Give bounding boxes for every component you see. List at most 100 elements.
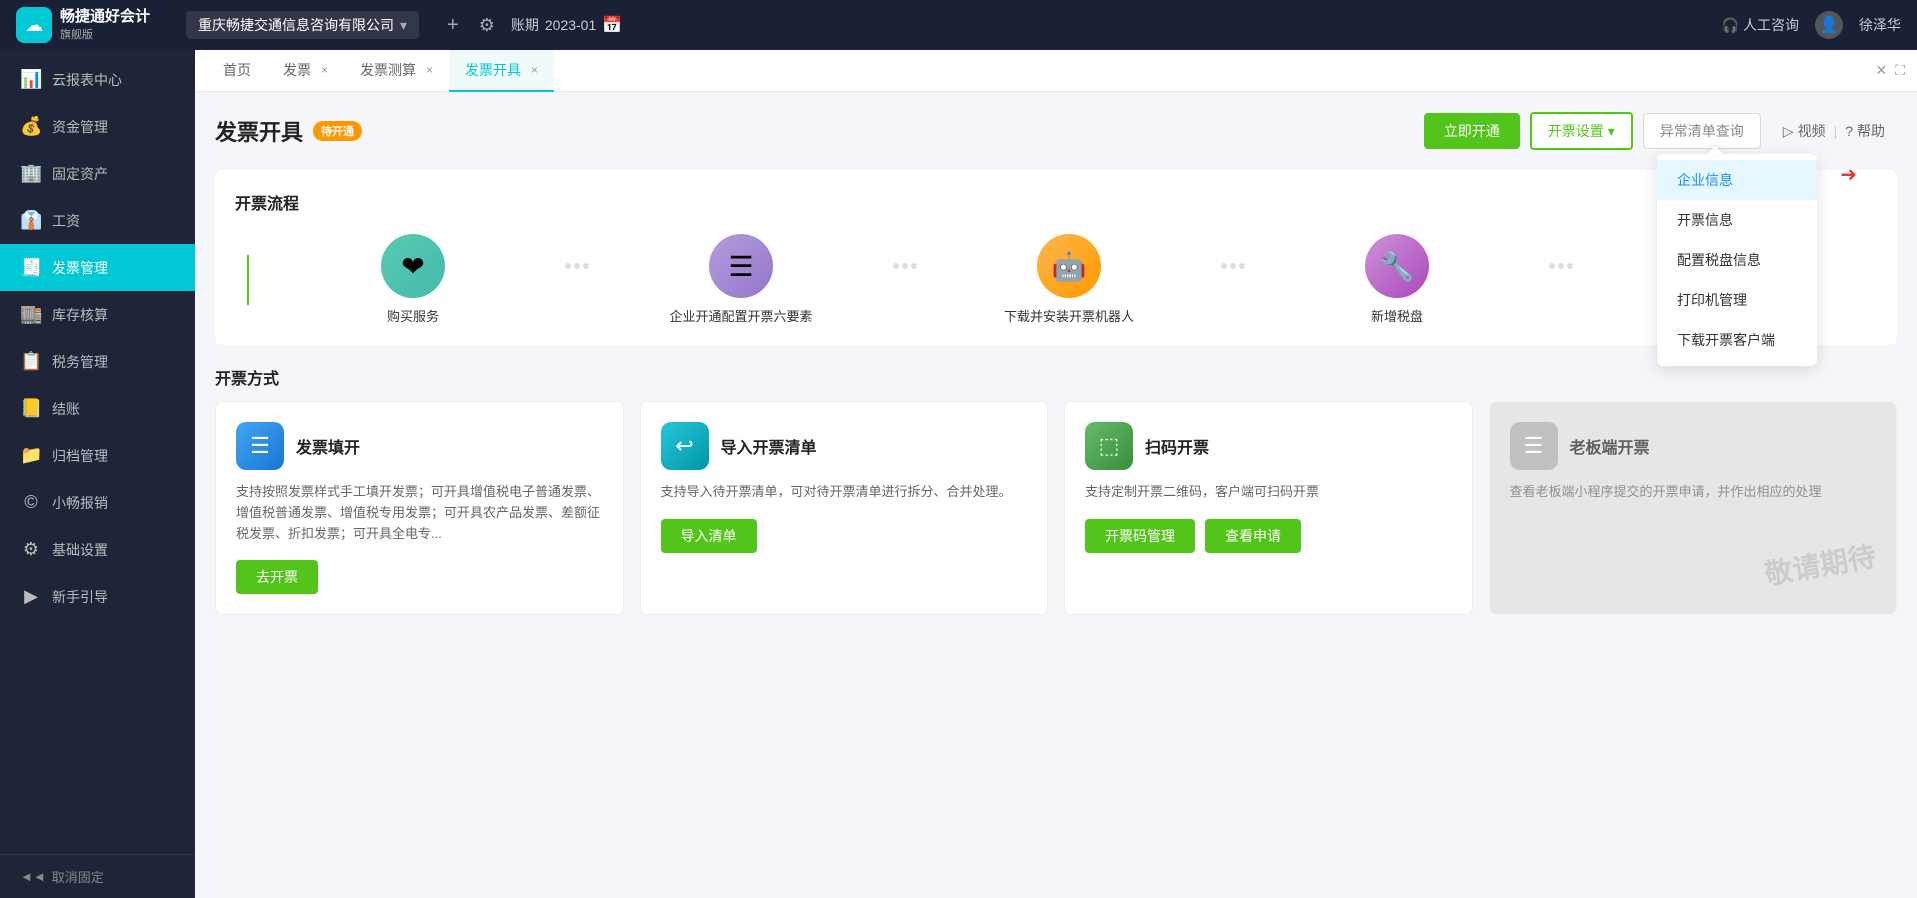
billing-title: 开票方式 bbox=[215, 365, 1897, 389]
cancel-fixed-button[interactable]: ◄◄ 取消固定 bbox=[0, 854, 195, 898]
sidebar-item-xinshou[interactable]: ▶ 新手引导 bbox=[0, 573, 195, 620]
money-icon: 💰 bbox=[20, 116, 42, 137]
tab-fapiao-label: 发票 bbox=[283, 60, 311, 80]
sidebar-item-kucun[interactable]: 🏬 库存核算 bbox=[0, 291, 195, 338]
billing-scan-btn1[interactable]: 开票码管理 bbox=[1085, 519, 1195, 553]
billing-card-fill-header: ☰ 发票填开 bbox=[236, 422, 603, 470]
sidebar-item-zijin[interactable]: 💰 资金管理 bbox=[0, 103, 195, 150]
billing-scan-desc: 支持定制开票二维码，客户端可扫码开票 bbox=[1085, 482, 1452, 503]
billing-import-btn[interactable]: 导入清单 bbox=[661, 519, 757, 553]
page-content: 发票开具 待开通 立即开通 开票设置 ▾ 异常清单查询 ▷ 视频 bbox=[195, 92, 1917, 898]
billing-scan-title: 扫码开票 bbox=[1145, 434, 1209, 458]
activate-button[interactable]: 立即开通 bbox=[1424, 113, 1520, 149]
billing-scan-icon: ⬚ bbox=[1085, 422, 1133, 470]
period-info: 账期 2023-01 📅 bbox=[511, 15, 622, 35]
status-badge: 待开通 bbox=[313, 121, 362, 141]
logo-name: 畅捷通好会计 bbox=[60, 8, 150, 26]
billing-fill-icon: ☰ bbox=[236, 422, 284, 470]
header-actions: 立即开通 开票设置 ▾ 异常清单查询 ▷ 视频 | ? 帮助 bbox=[1424, 112, 1897, 150]
tab-kaiju[interactable]: 发票开具 × bbox=[449, 50, 554, 92]
billing-card-fill: ☰ 发票填开 支持按照发票样式手工填开发票；可开具增值税电子普通发票、增值税普通… bbox=[215, 401, 624, 615]
billing-boss-icon: ☰ bbox=[1510, 422, 1558, 470]
sidebar-item-label: 发票管理 bbox=[52, 258, 108, 278]
billing-fill-desc: 支持按照发票样式手工填开发票；可开具增值税电子普通发票、增值税普通发票、增值税专… bbox=[236, 482, 603, 544]
consult-button[interactable]: 🎧 人工咨询 bbox=[1722, 15, 1799, 35]
add-tab-icon[interactable]: + bbox=[443, 14, 463, 37]
sidebar-item-label: 新手引导 bbox=[52, 587, 108, 607]
sidebar-item-jiezhang[interactable]: 📒 结账 bbox=[0, 385, 195, 432]
settings-dropdown-menu: ➜ 企业信息 开票信息 配置税盘信息 打印机管理 bbox=[1657, 154, 1817, 366]
pin-icon: ◄◄ bbox=[20, 869, 46, 884]
salary-icon: 👔 bbox=[20, 210, 42, 231]
tab-fapiao-close[interactable]: × bbox=[321, 63, 328, 77]
dropdown-taxdisk-label: 配置税盘信息 bbox=[1677, 250, 1761, 270]
sidebar-item-guidang[interactable]: 📁 归档管理 bbox=[0, 432, 195, 479]
billing-card-scan-header: ⬚ 扫码开票 bbox=[1085, 422, 1452, 470]
billing-card-import: ↩ 导入开票清单 支持导入待开票清单，可对待开票清单进行拆分、合并处理。 导入清… bbox=[640, 401, 1049, 615]
calendar-icon[interactable]: 📅 bbox=[602, 15, 622, 35]
process-step-3: 🤖 下载并安装开票机器人 bbox=[917, 234, 1221, 325]
process-icon-2: ☰ bbox=[709, 234, 773, 298]
tax-icon: 📋 bbox=[20, 351, 42, 372]
expense-icon: © bbox=[20, 492, 42, 513]
tab-cesuan-close[interactable]: × bbox=[426, 63, 433, 77]
archive-icon: 📁 bbox=[20, 445, 42, 466]
process-dots-4 bbox=[1549, 263, 1573, 297]
billing-fill-title: 发票填开 bbox=[296, 434, 360, 458]
company-selector[interactable]: 重庆畅捷交通信息咨询有限公司 ▾ bbox=[186, 11, 419, 39]
video-button[interactable]: ▷ 视频 | ? 帮助 bbox=[1771, 114, 1897, 148]
tab-cesuan[interactable]: 发票测算 × bbox=[344, 50, 449, 92]
dropdown-item-company[interactable]: 企业信息 bbox=[1657, 160, 1817, 200]
tab-kaiju-close[interactable]: × bbox=[531, 63, 538, 77]
arrow-indicator: ➜ bbox=[1840, 162, 1857, 187]
store-icon: 🏬 bbox=[20, 304, 42, 325]
tab-home[interactable]: 首页 bbox=[207, 50, 267, 92]
dropdown-item-taxdisk[interactable]: 配置税盘信息 bbox=[1657, 240, 1817, 280]
tab-right-actions: ✕ ⛶ bbox=[1875, 62, 1905, 79]
tab-fapiao[interactable]: 发票 × bbox=[267, 50, 344, 92]
sidebar-item-yunbaobiao[interactable]: 📊 云报表中心 bbox=[0, 56, 195, 103]
billing-card-boss-header: ☰ 老板端开票 bbox=[1510, 422, 1877, 470]
billing-scan-btns: 开票码管理 查看申请 bbox=[1085, 519, 1452, 553]
sidebar-item-xiaochang[interactable]: © 小畅报销 bbox=[0, 479, 195, 526]
dropdown-item-download[interactable]: 下载开票客户端 bbox=[1657, 320, 1817, 360]
settings-label: 开票设置 bbox=[1548, 121, 1604, 141]
process-title: 开票流程 bbox=[235, 190, 1877, 214]
play-icon: ▷ bbox=[1783, 123, 1794, 140]
chevron-down-icon: ▾ bbox=[400, 17, 407, 34]
help-label: 帮助 bbox=[1857, 121, 1885, 141]
process-flow: ❤ 购买服务 ☰ 企业开通配置开票六要素 bbox=[235, 234, 1877, 325]
abnormal-list-button[interactable]: 异常清单查询 bbox=[1643, 113, 1761, 149]
sidebar-item-label: 云报表中心 bbox=[52, 70, 122, 90]
sidebar-item-jichushezhi[interactable]: ⚙ 基础设置 bbox=[0, 526, 195, 573]
page-title: 发票开具 待开通 bbox=[215, 115, 362, 147]
sidebar-item-fapiao[interactable]: 🧾 发票管理 bbox=[0, 244, 195, 291]
billing-section: 开票方式 ☰ 发票填开 支持按照发票样式手工填开发票；可开具增值税电子普通发票、… bbox=[215, 365, 1897, 615]
dropdown-item-printer[interactable]: 打印机管理 bbox=[1657, 280, 1817, 320]
close-window-icon[interactable]: ✕ bbox=[1875, 62, 1887, 79]
settings-icon[interactable]: ⚙ bbox=[479, 15, 495, 36]
sidebar-item-label: 工资 bbox=[52, 211, 80, 231]
sidebar-item-shuiwu[interactable]: 📋 税务管理 bbox=[0, 338, 195, 385]
tab-cesuan-label: 发票测算 bbox=[360, 60, 416, 80]
sidebar-item-gongzi[interactable]: 👔 工资 bbox=[0, 197, 195, 244]
billing-fill-btn[interactable]: 去开票 bbox=[236, 560, 318, 594]
sidebar-item-gudingzichan[interactable]: 🏢 固定资产 bbox=[0, 150, 195, 197]
chevron-down-icon: ▾ bbox=[1608, 123, 1615, 140]
billing-card-import-header: ↩ 导入开票清单 bbox=[661, 422, 1028, 470]
tab-bar: 首页 发票 × 发票测算 × 发票开具 × ✕ ⛶ bbox=[195, 50, 1917, 92]
dropdown-item-invoice[interactable]: 开票信息 bbox=[1657, 200, 1817, 240]
page-title-text: 发票开具 bbox=[215, 115, 303, 147]
billing-scan-btn2[interactable]: 查看申请 bbox=[1205, 519, 1301, 553]
top-actions: + ⚙ bbox=[443, 14, 495, 37]
coming-soon-watermark: 敬请期待 bbox=[1761, 535, 1878, 594]
sidebar-item-label: 库存核算 bbox=[52, 305, 108, 325]
process-dots-3 bbox=[1221, 263, 1245, 297]
process-label-1: 购买服务 bbox=[387, 306, 439, 325]
settings-dropdown-button[interactable]: 开票设置 ▾ bbox=[1530, 112, 1633, 150]
dropdown-printer-label: 打印机管理 bbox=[1677, 290, 1747, 310]
logo-sub: 旗舰版 bbox=[60, 26, 150, 42]
maximize-icon[interactable]: ⛶ bbox=[1895, 62, 1905, 79]
cancel-label: 取消固定 bbox=[52, 867, 104, 886]
process-icon-3: 🤖 bbox=[1037, 234, 1101, 298]
